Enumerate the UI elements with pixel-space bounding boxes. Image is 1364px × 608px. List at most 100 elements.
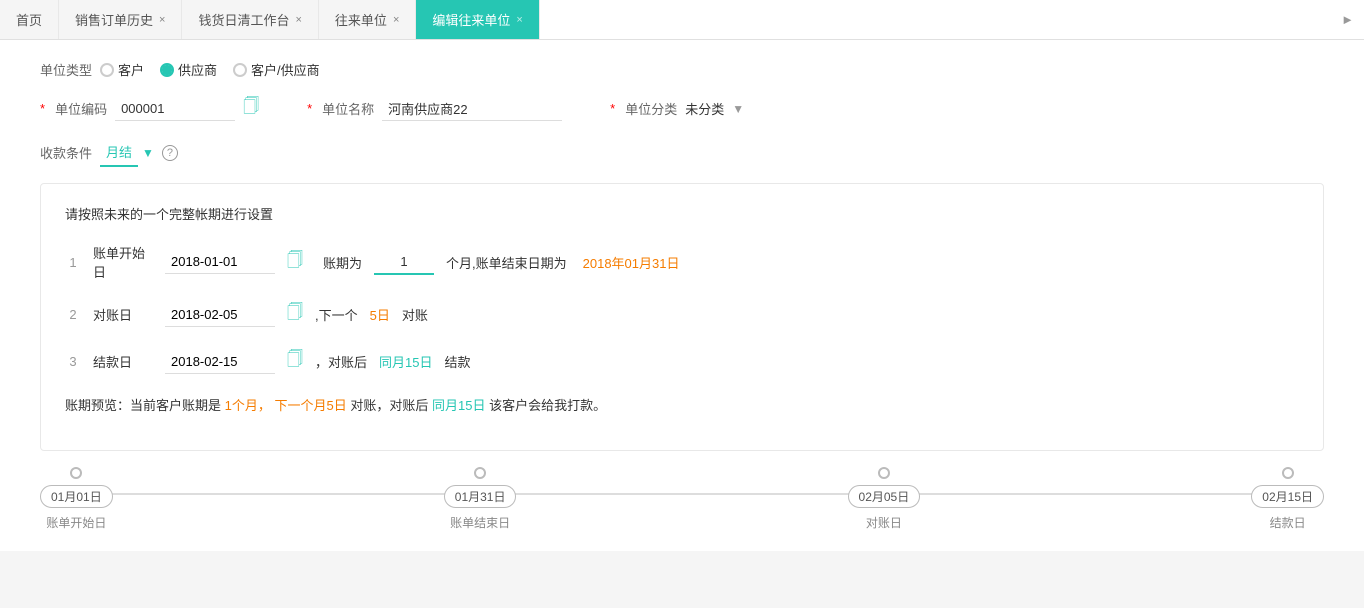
- tab-partner-label: 往来单位: [335, 10, 387, 29]
- unit-category-value: 未分类: [685, 99, 724, 118]
- unit-category-arrow[interactable]: ▼: [732, 102, 744, 116]
- tab-sales-label: 销售订单历史: [75, 10, 153, 29]
- row-2-num: 2: [65, 307, 81, 322]
- row-3-highlight: 同月15日: [379, 352, 432, 371]
- tab-cash-label: 钱货日清工作台: [198, 10, 289, 29]
- preview-part1: 1个月，: [225, 398, 271, 413]
- timeline-node-0: 01月01日 账单开始日: [40, 467, 113, 531]
- row-1-period-input[interactable]: [374, 250, 434, 275]
- row-2-calendar-icon[interactable]: 🗍: [287, 301, 303, 328]
- row-1-date-input[interactable]: [165, 250, 275, 274]
- unit-code-icon[interactable]: 🗍: [243, 95, 259, 122]
- radio-customer-label: 客户: [118, 60, 144, 79]
- timeline-node-2-label: 对账日: [866, 514, 902, 531]
- radio-supplier-label: 供应商: [178, 60, 217, 79]
- payment-terms-help[interactable]: ?: [162, 145, 178, 161]
- preview-text: 账期预览：当前客户账期是 1个月， 下一个月5日 对账，对账后 同月15日 该客…: [65, 395, 1299, 414]
- row-1-num: 1: [65, 255, 81, 270]
- tab-partner[interactable]: 往来单位 ×: [319, 0, 416, 39]
- row-2-date-input[interactable]: [165, 303, 275, 327]
- timeline-node-2: 02月05日 对账日: [848, 467, 921, 531]
- timeline-node-1-badge: 01月31日: [444, 485, 517, 508]
- radio-supplier-circle: [160, 63, 174, 77]
- row-1-suffix: 账期为: [323, 253, 362, 272]
- preview-prefix: 账期预览：当前客户账期是: [65, 398, 221, 413]
- unit-name-input[interactable]: [382, 97, 562, 121]
- payment-terms-value: 月结: [100, 138, 138, 167]
- payment-terms-arrow[interactable]: ▼: [142, 146, 154, 160]
- preview-part3: 同月15日: [432, 398, 485, 413]
- row-3-date-input[interactable]: [165, 350, 275, 374]
- payment-terms-select[interactable]: 月结 ▼: [100, 138, 154, 167]
- preview-middle: 对账，对账后: [350, 398, 428, 413]
- row-2-suffix-pre: ,下一个: [315, 305, 358, 324]
- unit-name-star: *: [307, 101, 312, 116]
- unit-name-label: 单位名称: [322, 99, 374, 118]
- tab-cash-close[interactable]: ×: [295, 14, 301, 26]
- setting-row-2: 2 对账日 🗍 ,下一个 5日 对账: [65, 301, 1299, 328]
- tab-partner-close[interactable]: ×: [393, 14, 399, 26]
- row-1-period-unit: 个月,账单结束日期为: [446, 253, 567, 272]
- tab-sales-history[interactable]: 销售订单历史 ×: [59, 0, 182, 39]
- timeline-node-0-circle: [70, 467, 82, 479]
- tab-bar: 首页 销售订单历史 × 钱货日清工作台 × 往来单位 × 编辑往来单位 × ►: [0, 0, 1364, 40]
- timeline-nodes: 01月01日 账单开始日 01月31日 账单结束日 02月05日 对账日 02月…: [40, 467, 1324, 531]
- tab-edit-partner[interactable]: 编辑往来单位 ×: [416, 0, 539, 39]
- tab-home[interactable]: 首页: [0, 0, 59, 39]
- unit-type-row: 单位类型 客户 供应商 客户/供应商: [40, 60, 1324, 79]
- timeline-node-1-label: 账单结束日: [450, 514, 510, 531]
- row-3-type: 结款日: [93, 352, 153, 371]
- tab-expand-button[interactable]: ►: [1331, 0, 1364, 39]
- unit-code-group: * 单位编码 🗍: [40, 95, 259, 122]
- unit-fields-row: * 单位编码 🗍 * 单位名称 * 单位分类 未分类 ▼: [40, 95, 1324, 122]
- row-2-highlight: 5日: [370, 305, 390, 324]
- timeline-wrapper: 01月01日 账单开始日 01月31日 账单结束日 02月05日 对账日 02月…: [40, 467, 1324, 531]
- unit-name-group: * 单位名称: [307, 97, 562, 121]
- radio-both-label: 客户/供应商: [251, 60, 320, 79]
- unit-type-radio-group: 客户 供应商 客户/供应商: [100, 60, 320, 79]
- row-1-calendar-icon[interactable]: 🗍: [287, 249, 303, 276]
- timeline-node-0-badge: 01月01日: [40, 485, 113, 508]
- row-3-num: 3: [65, 354, 81, 369]
- payment-terms-label: 收款条件: [40, 143, 92, 162]
- unit-code-label: 单位编码: [55, 99, 107, 118]
- unit-category-group: * 单位分类 未分类 ▼: [610, 99, 744, 118]
- timeline-node-2-badge: 02月05日: [848, 485, 921, 508]
- unit-category-star: *: [610, 101, 615, 116]
- row-3-suffix-post: 结款: [444, 352, 470, 371]
- tab-edit-partner-label: 编辑往来单位: [432, 10, 510, 29]
- radio-both[interactable]: 客户/供应商: [233, 60, 320, 79]
- row-3-calendar-icon[interactable]: 🗍: [287, 348, 303, 375]
- main-content: 单位类型 客户 供应商 客户/供应商 * 单位编码 🗍 * 单位名称: [0, 40, 1364, 551]
- unit-code-star: *: [40, 101, 45, 116]
- tab-sales-close[interactable]: ×: [159, 14, 165, 26]
- timeline-node-0-label: 账单开始日: [46, 514, 106, 531]
- radio-customer-circle: [100, 63, 114, 77]
- timeline-node-3-badge: 02月15日: [1251, 485, 1324, 508]
- row-2-suffix-post: 对账: [402, 305, 428, 324]
- radio-both-circle: [233, 63, 247, 77]
- tab-home-label: 首页: [16, 10, 42, 29]
- row-1-end-date: 2018年01月31日: [583, 253, 680, 272]
- preview-suffix: 该客户会给我打款。: [489, 398, 606, 413]
- tab-edit-partner-close[interactable]: ×: [516, 14, 522, 26]
- timeline-node-3: 02月15日 结款日: [1251, 467, 1324, 531]
- panel-title: 请按照未来的一个完整帐期进行设置: [65, 204, 1299, 223]
- preview-part2: 下一个月5日: [275, 398, 347, 413]
- row-1-type: 账单开始日: [93, 243, 153, 281]
- timeline-node-2-circle: [878, 467, 890, 479]
- row-3-suffix-pre: ，对账后: [315, 352, 367, 371]
- setting-row-1: 1 账单开始日 🗍 账期为 个月,账单结束日期为 2018年01月31日: [65, 243, 1299, 281]
- payment-terms-row: 收款条件 月结 ▼ ?: [40, 138, 1324, 167]
- tab-cash-work[interactable]: 钱货日清工作台 ×: [182, 0, 318, 39]
- timeline-node-1-circle: [474, 467, 486, 479]
- timeline-node-3-label: 结款日: [1270, 514, 1306, 531]
- radio-supplier[interactable]: 供应商: [160, 60, 217, 79]
- timeline-node-3-circle: [1282, 467, 1294, 479]
- unit-code-input[interactable]: [115, 97, 235, 121]
- timeline-node-1: 01月31日 账单结束日: [444, 467, 517, 531]
- unit-category-label: 单位分类: [625, 99, 677, 118]
- row-2-type: 对账日: [93, 305, 153, 324]
- radio-customer[interactable]: 客户: [100, 60, 144, 79]
- unit-type-label: 单位类型: [40, 60, 92, 79]
